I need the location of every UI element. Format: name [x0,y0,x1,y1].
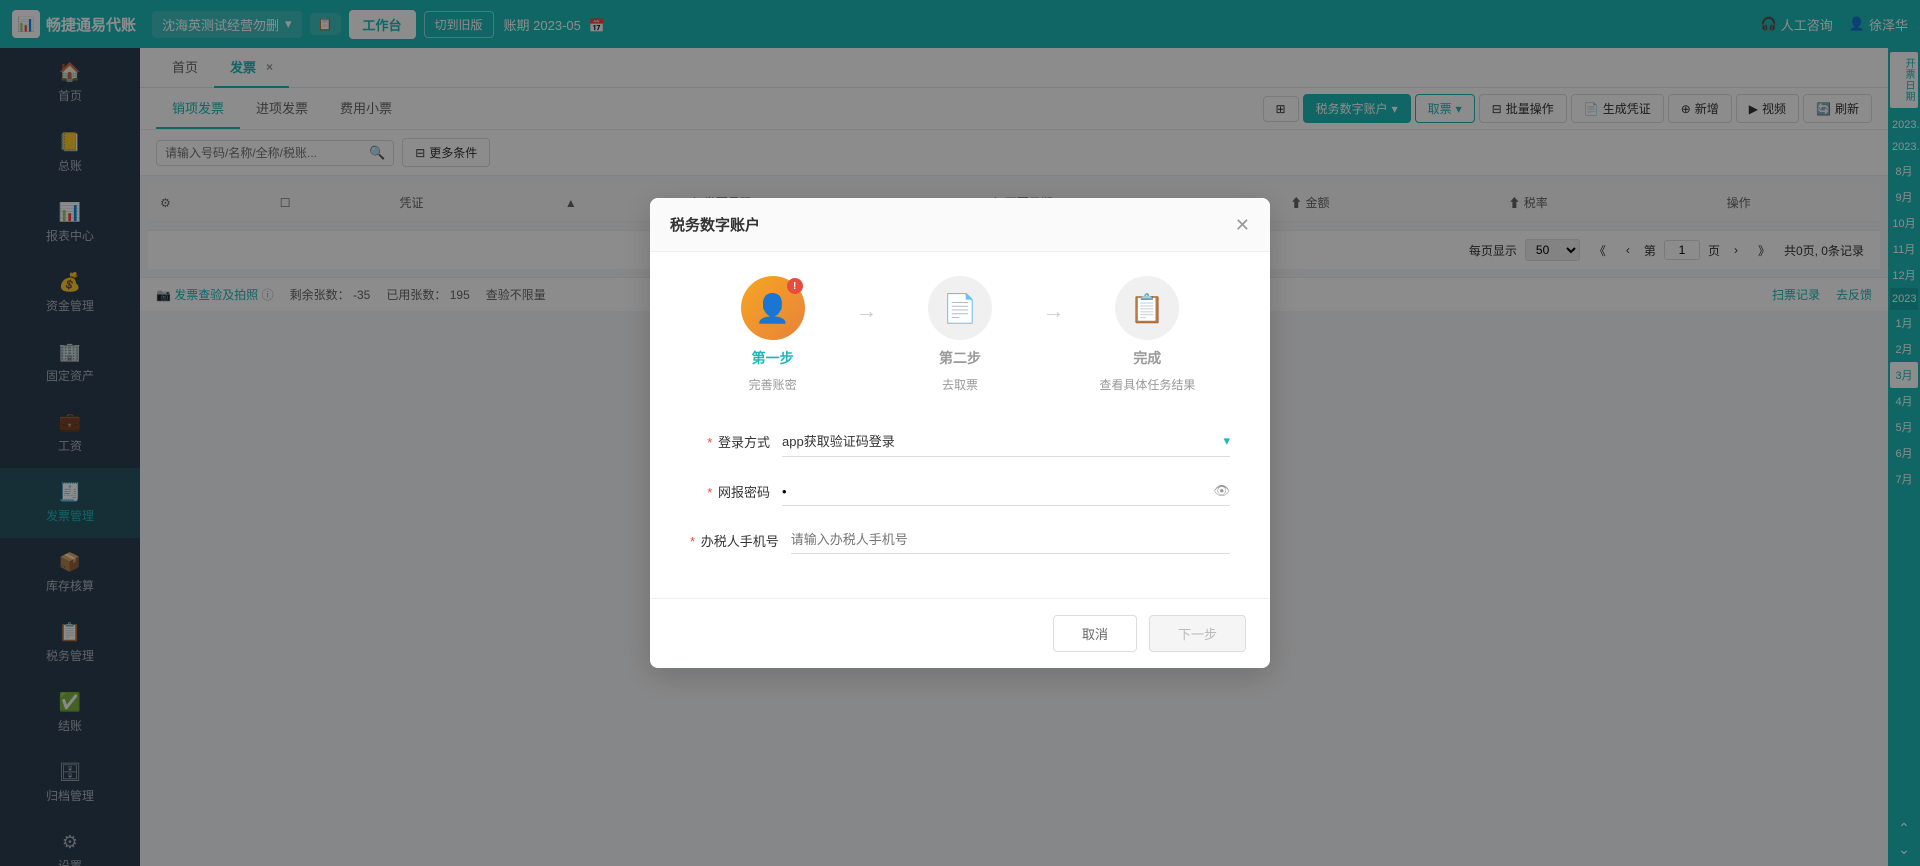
steps-row: 👤 ! 第一步 完善账密 → 📄 第二步 去取票 → [690,276,1230,393]
modal-title: 税务数字账户 [670,214,760,235]
step-1-desc: 完善账密 [749,376,797,393]
step-3: 📋 完成 查看具体任务结果 [1065,276,1230,393]
eye-icon[interactable]: 👁 [1213,483,1230,499]
phone-input[interactable] [791,526,1230,554]
modal-header: 税务数字账户 ✕ [650,198,1270,252]
password-label: * 网报密码 [690,482,770,501]
step-3-icon-wrap: 📋 [1115,276,1179,340]
modal-close-btn[interactable]: ✕ [1235,216,1250,234]
step-1-icon: 👤 [755,292,790,325]
modal-footer: 取消 下一步 [650,598,1270,668]
select-arrow-icon: ▾ [1223,433,1230,449]
step-3-icon: 📋 [1130,292,1165,325]
modal-overlay: 税务数字账户 ✕ 👤 ! 第一步 完善账密 → [0,0,1920,866]
step-arrow-2: → [1043,276,1065,324]
step-2-label: 第二步 [939,348,981,368]
step-3-label: 完成 [1133,348,1161,368]
password-field: * 网报密码 👁 [690,477,1230,506]
step-1-badge: ! [787,278,803,294]
next-button[interactable]: 下一步 [1149,615,1246,652]
step-3-desc: 查看具体任务结果 [1099,376,1195,393]
phone-label: * 办税人手机号 [690,531,779,550]
step-2: 📄 第二步 去取票 [877,276,1042,393]
password-input[interactable] [782,484,1213,499]
phone-field: * 办税人手机号 [690,526,1230,554]
step-2-desc: 去取票 [942,376,978,393]
login-method-field: * 登录方式 app获取验证码登录 ▾ [690,425,1230,457]
step-2-icon-wrap: 📄 [928,276,992,340]
step-1-label: 第一步 [752,348,794,368]
step-2-icon: 📄 [943,292,978,325]
cancel-button[interactable]: 取消 [1053,615,1137,652]
login-method-label: * 登录方式 [690,432,770,451]
modal-body: 👤 ! 第一步 完善账密 → 📄 第二步 去取票 → [650,252,1270,598]
step-arrow-1: → [855,276,877,324]
step-1: 👤 ! 第一步 完善账密 [690,276,855,393]
tax-digital-modal: 税务数字账户 ✕ 👤 ! 第一步 完善账密 → [650,198,1270,668]
login-method-select[interactable]: app获取验证码登录 ▾ [782,425,1230,457]
password-input-wrap[interactable]: 👁 [782,477,1230,506]
step-1-icon-wrap: 👤 ! [741,276,805,340]
